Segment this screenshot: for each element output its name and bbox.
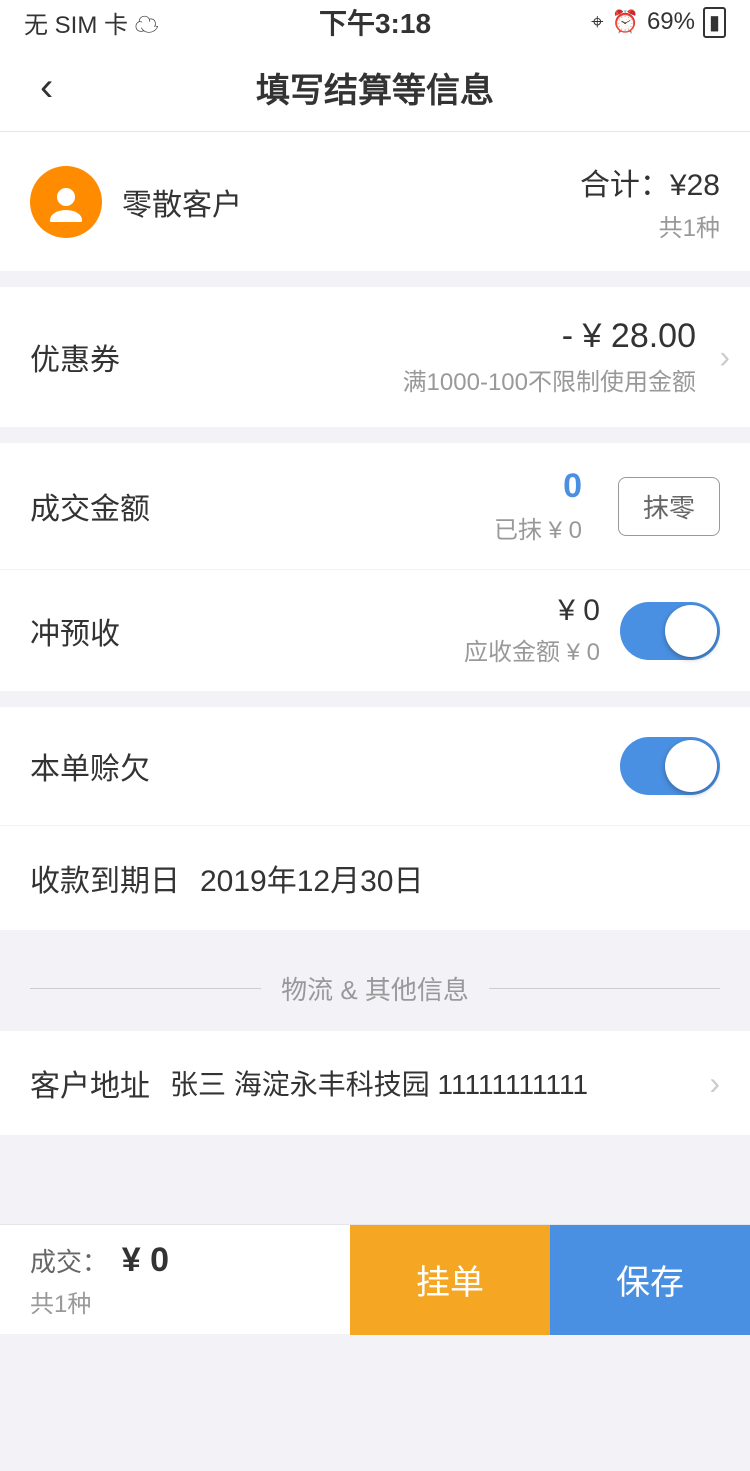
logistics-label: 物流 & 其他信息 — [261, 970, 489, 1007]
alarm-icon: ⏰ — [612, 9, 639, 35]
bottom-left: 成交： ¥ 0 共1种 — [0, 1241, 350, 1319]
hang-order-button[interactable]: 挂单 — [350, 1225, 550, 1335]
transaction-label: 成交金额 — [30, 484, 190, 528]
address-card[interactable]: 客户地址 张三 海淀永丰科技园 11111111111 › — [0, 1031, 750, 1135]
logistics-line-right — [489, 988, 720, 989]
total-count: 共1种 — [580, 208, 720, 243]
customer-card: 零散客户 合计：¥28 共1种 — [0, 132, 750, 271]
transaction-value-area: 0 已抹 ¥ 0 — [494, 467, 582, 545]
bottom-deal-label: 成交： — [30, 1247, 108, 1277]
status-right: ⌖ ⏰ 69% ▮ — [591, 7, 726, 38]
back-button[interactable]: ‹ — [30, 55, 63, 120]
page-title: 填写结算等信息 — [256, 63, 494, 112]
debt-toggle[interactable] — [620, 737, 720, 795]
battery-label: 69% — [647, 8, 695, 36]
coupon-card[interactable]: 优惠券 - ¥ 28.00 满1000-100不限制使用金额 › — [0, 287, 750, 427]
status-bar: 无 SIM 卡 ☁ 下午3:18 ⌖ ⏰ 69% ▮ — [0, 0, 750, 44]
customer-row: 零散客户 合计：¥28 共1种 — [0, 132, 750, 271]
debt-card: 本单赊欠 收款到期日 2019年12月30日 — [0, 707, 750, 930]
nav-bar: ‹ 填写结算等信息 — [0, 44, 750, 132]
save-button[interactable]: 保存 — [550, 1225, 750, 1335]
no-sim-label: 无 SIM 卡 ☁ — [24, 5, 159, 40]
transaction-card: 成交金额 0 已抹 ¥ 0 抹零 冲预收 ¥ 0 应收金额 ¥ 0 — [0, 443, 750, 691]
prepay-right: ¥ 0 应收金额 ¥ 0 — [464, 594, 600, 667]
logistics-line-left — [30, 988, 261, 989]
coupon-right: - ¥ 28.00 满1000-100不限制使用金额 — [403, 317, 720, 397]
total-amount: 合计：¥28 — [580, 160, 720, 204]
prepay-amount: ¥ 0 — [464, 594, 600, 628]
round-zero-button[interactable]: 抹零 — [618, 477, 720, 536]
coupon-desc: 满1000-100不限制使用金额 — [403, 362, 696, 397]
address-value: 张三 海淀永丰科技园 11111111111 — [170, 1063, 709, 1103]
prepay-toggle[interactable] — [620, 602, 720, 660]
status-left: 无 SIM 卡 ☁ — [24, 5, 159, 40]
coupon-row[interactable]: 优惠券 - ¥ 28.00 满1000-100不限制使用金额 › — [0, 287, 750, 427]
address-chevron-icon: › — [709, 1065, 720, 1102]
chevron-right-icon: › — [719, 339, 730, 376]
debt-label: 本单赊欠 — [30, 744, 150, 788]
due-date-value: 2019年12月30日 — [200, 856, 423, 900]
location-icon: ⌖ — [591, 9, 603, 35]
prepay-label: 冲预收 — [30, 609, 120, 653]
bottom-deal-row: 成交： ¥ 0 — [30, 1241, 320, 1280]
bottom-deal-count: 共1种 — [30, 1284, 320, 1319]
prepay-sub: 应收金额 ¥ 0 — [464, 632, 600, 667]
address-row[interactable]: 客户地址 张三 海淀永丰科技园 11111111111 › — [0, 1031, 750, 1135]
customer-name: 零散客户 — [122, 180, 242, 224]
debt-toggle-knob — [665, 740, 717, 792]
status-time: 下午3:18 — [319, 8, 431, 39]
customer-avatar — [30, 166, 102, 238]
due-date-row: 收款到期日 2019年12月30日 — [0, 826, 750, 930]
transaction-row: 成交金额 0 已抹 ¥ 0 抹零 — [0, 443, 750, 570]
due-date-label: 收款到期日 — [30, 856, 180, 900]
transaction-value[interactable]: 0 — [563, 467, 582, 505]
avatar-icon — [46, 182, 86, 222]
transaction-sub: 已抹 ¥ 0 — [494, 510, 582, 545]
battery-icon: ▮ — [703, 7, 726, 38]
coupon-amount: - ¥ 28.00 — [403, 317, 696, 356]
coupon-label: 优惠券 — [30, 335, 120, 379]
bottom-deal-amount: ¥ 0 — [122, 1241, 169, 1280]
debt-row: 本单赊欠 — [0, 707, 750, 826]
logistics-header: 物流 & 其他信息 — [0, 946, 750, 1031]
bottom-bar: 成交： ¥ 0 共1种 挂单 保存 — [0, 1224, 750, 1334]
address-label: 客户地址 — [30, 1061, 150, 1105]
prepay-row: 冲预收 ¥ 0 应收金额 ¥ 0 — [0, 570, 750, 691]
customer-total: 合计：¥28 共1种 — [580, 160, 720, 243]
toggle-knob — [665, 605, 717, 657]
